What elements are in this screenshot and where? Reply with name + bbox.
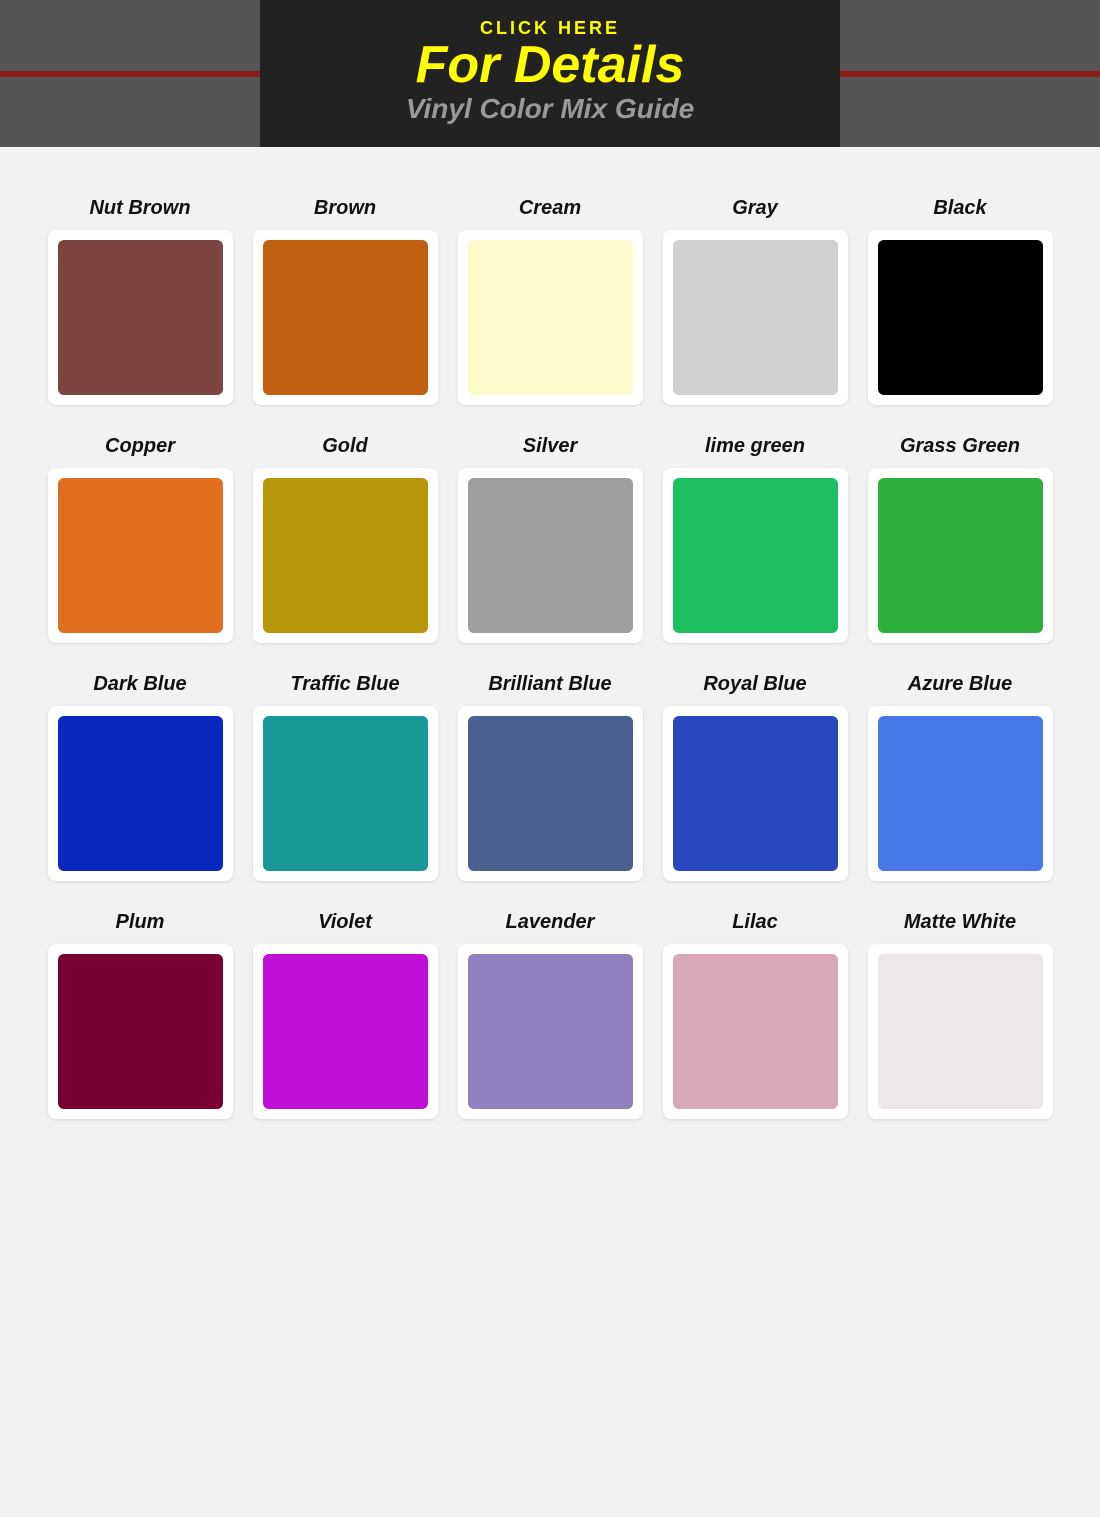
color-swatch-2-2 xyxy=(468,716,633,871)
color-label-3-4: Matte White xyxy=(904,911,1016,934)
color-label-0-1: Brown xyxy=(314,197,376,220)
color-swatch-2-3 xyxy=(673,716,838,871)
for-details-text: For Details xyxy=(300,39,800,91)
color-item-2-3: Royal Blue xyxy=(663,673,848,881)
color-card-1-0 xyxy=(48,468,233,643)
color-label-1-1: Gold xyxy=(322,435,368,458)
color-label-3-3: Lilac xyxy=(732,911,778,934)
color-label-0-4: Black xyxy=(933,197,986,220)
color-swatch-1-0 xyxy=(58,478,223,633)
color-swatch-1-4 xyxy=(878,478,1043,633)
color-swatch-0-3 xyxy=(673,240,838,395)
color-swatch-3-0 xyxy=(58,954,223,1109)
color-card-3-2 xyxy=(458,944,643,1119)
color-card-3-0 xyxy=(48,944,233,1119)
color-card-0-0 xyxy=(48,230,233,405)
color-swatch-1-2 xyxy=(468,478,633,633)
color-row-3: Plum Violet Lavender Lilac Matte White xyxy=(50,911,1050,1119)
red-line-right xyxy=(840,71,1100,77)
color-label-1-3: lime green xyxy=(705,435,805,458)
color-item-1-3: lime green xyxy=(663,435,848,643)
color-swatch-0-2 xyxy=(468,240,633,395)
color-swatch-2-0 xyxy=(58,716,223,871)
color-label-1-4: Grass Green xyxy=(900,435,1020,458)
color-label-2-0: Dark Blue xyxy=(93,673,186,696)
color-swatch-3-2 xyxy=(468,954,633,1109)
color-row-1: Copper Gold Silver lime green Grass Green xyxy=(50,435,1050,643)
color-item-3-0: Plum xyxy=(48,911,233,1119)
color-card-1-4 xyxy=(868,468,1053,643)
color-item-2-1: Traffic Blue xyxy=(253,673,438,881)
color-item-2-2: Brilliant Blue xyxy=(458,673,643,881)
color-card-3-3 xyxy=(663,944,848,1119)
color-card-2-3 xyxy=(663,706,848,881)
color-item-0-4: Black xyxy=(868,197,1053,405)
color-item-0-1: Brown xyxy=(253,197,438,405)
color-card-0-2 xyxy=(458,230,643,405)
color-item-1-2: Silver xyxy=(458,435,643,643)
color-label-0-3: Gray xyxy=(732,197,778,220)
color-label-1-2: Silver xyxy=(523,435,577,458)
color-card-2-4 xyxy=(868,706,1053,881)
color-card-2-0 xyxy=(48,706,233,881)
color-item-0-0: Nut Brown xyxy=(48,197,233,405)
header-dark-box[interactable]: CLICK HERE For Details Vinyl Color Mix G… xyxy=(260,0,840,147)
color-swatch-2-4 xyxy=(878,716,1043,871)
color-item-1-4: Grass Green xyxy=(868,435,1053,643)
color-swatch-0-0 xyxy=(58,240,223,395)
color-label-2-1: Traffic Blue xyxy=(290,673,399,696)
color-card-0-1 xyxy=(253,230,438,405)
color-swatch-1-3 xyxy=(673,478,838,633)
color-label-2-3: Royal Blue xyxy=(703,673,806,696)
color-item-2-0: Dark Blue xyxy=(48,673,233,881)
color-card-0-4 xyxy=(868,230,1053,405)
color-swatch-3-4 xyxy=(878,954,1043,1109)
color-swatch-3-1 xyxy=(263,954,428,1109)
color-card-2-2 xyxy=(458,706,643,881)
color-item-1-1: Gold xyxy=(253,435,438,643)
color-item-3-4: Matte White xyxy=(868,911,1053,1119)
color-item-1-0: Copper xyxy=(48,435,233,643)
color-row-0: Nut Brown Brown Cream Gray Black xyxy=(50,197,1050,405)
color-item-2-4: Azure Blue xyxy=(868,673,1053,881)
color-row-2: Dark Blue Traffic Blue Brilliant Blue Royal… xyxy=(50,673,1050,881)
color-label-3-0: Plum xyxy=(116,911,165,934)
color-item-3-3: Lilac xyxy=(663,911,848,1119)
vinyl-guide-text: Vinyl Color Mix Guide xyxy=(300,93,800,125)
color-swatch-1-1 xyxy=(263,478,428,633)
header-banner[interactable]: CLICK HERE For Details Vinyl Color Mix G… xyxy=(0,0,1100,147)
color-card-1-1 xyxy=(253,468,438,643)
color-card-1-2 xyxy=(458,468,643,643)
color-card-1-3 xyxy=(663,468,848,643)
color-item-3-2: Lavender xyxy=(458,911,643,1119)
color-label-3-1: Violet xyxy=(318,911,372,934)
color-label-2-4: Azure Blue xyxy=(908,673,1012,696)
color-label-2-2: Brilliant Blue xyxy=(488,673,611,696)
color-card-2-1 xyxy=(253,706,438,881)
color-swatch-3-3 xyxy=(673,954,838,1109)
color-grid-container: Nut Brown Brown Cream Gray Black Copper Gold Si… xyxy=(0,147,1100,1209)
color-swatch-0-1 xyxy=(263,240,428,395)
red-line-left xyxy=(0,71,260,77)
color-item-0-3: Gray xyxy=(663,197,848,405)
color-swatch-2-1 xyxy=(263,716,428,871)
color-item-0-2: Cream xyxy=(458,197,643,405)
color-item-3-1: Violet xyxy=(253,911,438,1119)
color-label-1-0: Copper xyxy=(105,435,175,458)
color-card-0-3 xyxy=(663,230,848,405)
color-label-0-0: Nut Brown xyxy=(89,197,190,220)
color-label-3-2: Lavender xyxy=(506,911,595,934)
color-card-3-1 xyxy=(253,944,438,1119)
color-card-3-4 xyxy=(868,944,1053,1119)
color-label-0-2: Cream xyxy=(519,197,581,220)
color-swatch-0-4 xyxy=(878,240,1043,395)
